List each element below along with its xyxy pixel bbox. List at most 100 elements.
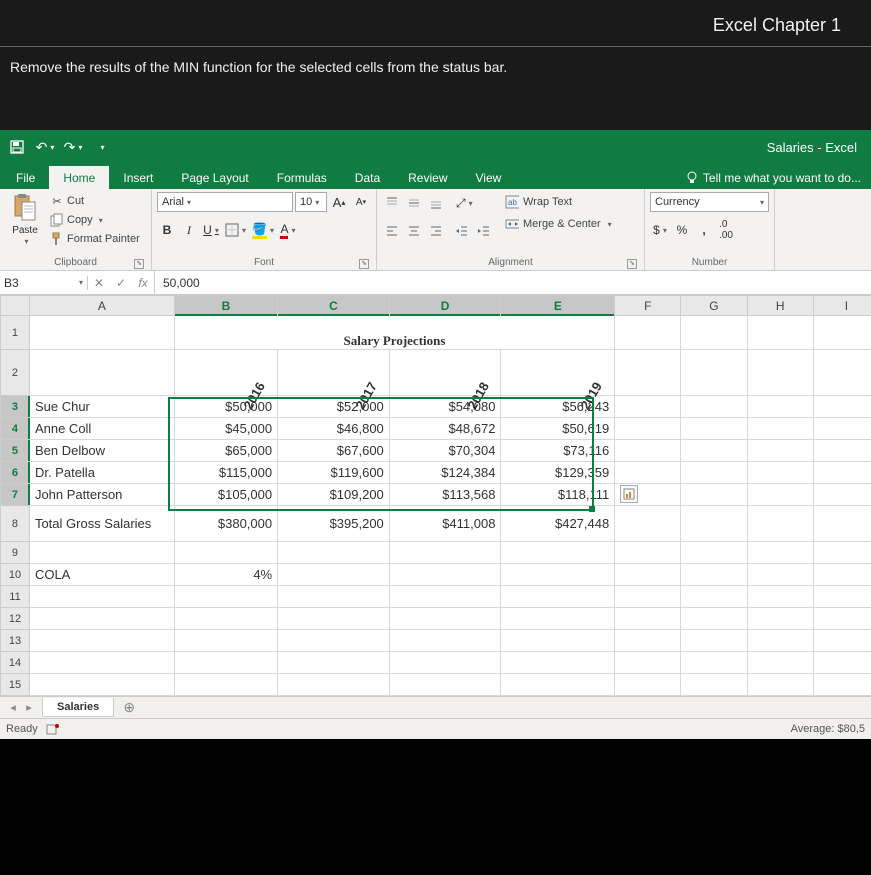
orientation-button[interactable]: ⤢▾ <box>454 193 475 213</box>
row-header-10[interactable]: 10 <box>1 564 30 586</box>
percent-button[interactable]: % <box>672 220 692 240</box>
chevron-down-icon[interactable]: ▾ <box>24 237 28 246</box>
col-header-e[interactable]: E <box>501 296 615 316</box>
cell-i9[interactable] <box>813 542 871 564</box>
borders-button[interactable]: ▾ <box>223 220 248 240</box>
row-header-15[interactable]: 15 <box>1 674 30 696</box>
col-header-i[interactable]: I <box>813 296 871 316</box>
cell-d5[interactable]: $70,304 <box>389 440 501 462</box>
cell-a9[interactable] <box>29 542 174 564</box>
cell-d13[interactable] <box>389 630 501 652</box>
cell-h8[interactable] <box>747 506 813 542</box>
cell-i2[interactable] <box>813 350 871 396</box>
cell-a4[interactable]: Anne Coll <box>29 418 174 440</box>
cell-d11[interactable] <box>389 586 501 608</box>
row-header-9[interactable]: 9 <box>1 542 30 564</box>
cell-a8[interactable]: Total Gross Salaries <box>29 506 174 542</box>
cell-i5[interactable] <box>813 440 871 462</box>
col-header-c[interactable]: C <box>278 296 390 316</box>
cell-e6[interactable]: $129,359 <box>501 462 615 484</box>
number-format-dropdown[interactable]: Currency▾ <box>650 192 769 212</box>
cell-h14[interactable] <box>747 652 813 674</box>
row-header-12[interactable]: 12 <box>1 608 30 630</box>
cell-i14[interactable] <box>813 652 871 674</box>
status-bar[interactable]: Ready Average: $80,5 <box>0 718 871 739</box>
cell-i13[interactable] <box>813 630 871 652</box>
cell-g1[interactable] <box>681 316 747 350</box>
add-sheet-button[interactable]: ⊕ <box>118 697 140 719</box>
cell-a5[interactable]: Ben Delbow <box>29 440 174 462</box>
cell-e12[interactable] <box>501 608 615 630</box>
cell-h9[interactable] <box>747 542 813 564</box>
cell-d9[interactable] <box>389 542 501 564</box>
cell-c12[interactable] <box>278 608 390 630</box>
cell-e4[interactable]: $50,619 <box>501 418 615 440</box>
row-header-14[interactable]: 14 <box>1 652 30 674</box>
cell-d10[interactable] <box>389 564 501 586</box>
cell-b13[interactable] <box>174 630 277 652</box>
cell-f15[interactable] <box>615 674 681 696</box>
cell-h15[interactable] <box>747 674 813 696</box>
cell-h2[interactable] <box>747 350 813 396</box>
cell-f14[interactable] <box>615 652 681 674</box>
cell-d14[interactable] <box>389 652 501 674</box>
cell-c6[interactable]: $119,600 <box>278 462 390 484</box>
quick-analysis-button[interactable] <box>620 485 638 503</box>
cell-d12[interactable] <box>389 608 501 630</box>
cell-f8[interactable] <box>615 506 681 542</box>
cell-g9[interactable] <box>681 542 747 564</box>
tab-insert[interactable]: Insert <box>109 166 167 189</box>
cell-d4[interactable]: $48,672 <box>389 418 501 440</box>
sheet-tab-salaries[interactable]: Salaries <box>42 698 114 717</box>
align-right-button[interactable] <box>426 221 446 241</box>
cell-c11[interactable] <box>278 586 390 608</box>
align-left-button[interactable] <box>382 221 402 241</box>
col-header-a[interactable]: A <box>29 296 174 316</box>
cell-b9[interactable] <box>174 542 277 564</box>
cell-g11[interactable] <box>681 586 747 608</box>
cell-b8[interactable]: $380,000 <box>174 506 277 542</box>
cell-a14[interactable] <box>29 652 174 674</box>
cell-f5[interactable] <box>615 440 681 462</box>
cell-a2[interactable] <box>29 350 174 396</box>
cell-e5[interactable]: $73,116 <box>501 440 615 462</box>
cell-d2[interactable]: 2018 <box>389 350 501 396</box>
cell-g15[interactable] <box>681 674 747 696</box>
cell-c5[interactable]: $67,600 <box>278 440 390 462</box>
cell-i1[interactable] <box>813 316 871 350</box>
row-header-4[interactable]: 4 <box>1 418 30 440</box>
sheet-nav-next[interactable]: ▸ <box>22 701 36 714</box>
comma-button[interactable]: , <box>694 220 714 240</box>
cell-e14[interactable] <box>501 652 615 674</box>
save-button[interactable] <box>6 136 28 158</box>
cell-e11[interactable] <box>501 586 615 608</box>
align-middle-button[interactable] <box>404 193 424 213</box>
cell-e13[interactable] <box>501 630 615 652</box>
cell-h13[interactable] <box>747 630 813 652</box>
cell-g5[interactable] <box>681 440 747 462</box>
increase-decimal-button[interactable]: .0.00 <box>716 220 736 240</box>
tab-formulas[interactable]: Formulas <box>263 166 341 189</box>
fill-color-button[interactable]: 🪣▾ <box>250 220 276 240</box>
col-header-d[interactable]: D <box>389 296 501 316</box>
font-color-button[interactable]: A▾ <box>278 220 298 240</box>
underline-button[interactable]: U▾ <box>201 220 221 240</box>
cell-g14[interactable] <box>681 652 747 674</box>
cell-e8[interactable]: $427,448 <box>501 506 615 542</box>
cell-h7[interactable] <box>747 484 813 506</box>
cell-b12[interactable] <box>174 608 277 630</box>
cell-i10[interactable] <box>813 564 871 586</box>
cell-c2[interactable]: 2017 <box>278 350 390 396</box>
align-center-button[interactable] <box>404 221 424 241</box>
cell-b14[interactable] <box>174 652 277 674</box>
cell-g13[interactable] <box>681 630 747 652</box>
cell-g7[interactable] <box>681 484 747 506</box>
cell-e7[interactable]: $118,111 <box>501 484 615 506</box>
cell-a6[interactable]: Dr. Patella <box>29 462 174 484</box>
merge-center-button[interactable]: Merge & Center ▾ <box>505 214 612 234</box>
alignment-launcher[interactable]: ⬊ <box>627 259 637 269</box>
enter-formula-button[interactable]: ✓ <box>110 271 132 294</box>
macro-record-icon[interactable] <box>46 723 60 735</box>
cell-h11[interactable] <box>747 586 813 608</box>
font-name-dropdown[interactable]: Arial▾ <box>157 192 293 212</box>
